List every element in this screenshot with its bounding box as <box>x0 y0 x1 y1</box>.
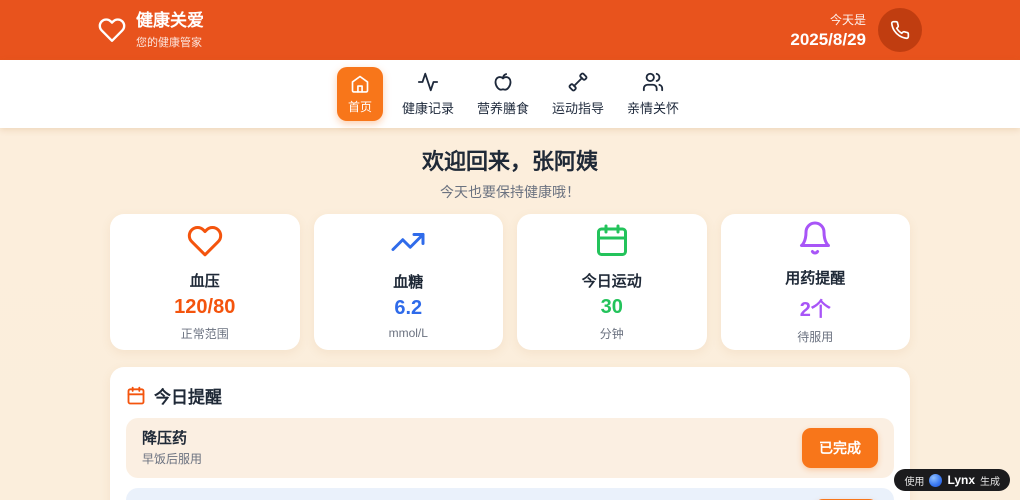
calendar-icon <box>594 223 630 259</box>
watermark-prefix: 使用 <box>904 476 925 488</box>
reminder-row: 降压药 早饭后服用 已完成 <box>126 418 894 478</box>
today-reminders-card: 今日提醒 降压药 早饭后服用 已完成 <box>110 367 910 500</box>
apple-icon <box>492 71 514 93</box>
reminder-status-button[interactable]: 已完成 <box>802 428 878 468</box>
home-icon <box>350 74 370 94</box>
stat-card-blood-pressure: 血压 120/80 正常范围 <box>110 214 300 350</box>
bell-icon <box>797 220 833 256</box>
reminder-row <box>126 488 894 500</box>
stat-value: 2个 <box>799 298 831 321</box>
stat-card-medication-reminder: 用药提醒 2个 待服用 <box>720 214 910 350</box>
nav-item-exercise[interactable]: 运动指导 <box>548 65 608 123</box>
nav-item-label: 首页 <box>347 99 372 114</box>
date-label: 今天是 <box>829 12 866 27</box>
reminders-header: 今日提醒 <box>126 383 894 408</box>
stat-value: 6.2 <box>394 297 423 319</box>
stat-note: 分钟 <box>599 326 624 341</box>
lynx-logo-icon <box>929 473 943 487</box>
stat-label: 血糖 <box>393 274 424 291</box>
app-header: 健康关爱 您的健康管家 今天是 2025/8/29 <box>0 0 1020 60</box>
lynx-watermark-badge[interactable]: 使用 Lynx 生成 <box>894 469 1010 491</box>
watermark-suffix: 生成 <box>980 476 1000 488</box>
reminder-time: 早饭后服用 <box>142 452 203 466</box>
stat-note: mmol/L <box>388 326 428 340</box>
stat-value: 120/80 <box>174 295 236 318</box>
heart-icon <box>187 223 223 259</box>
stat-note: 正常范围 <box>180 326 229 341</box>
stat-label: 血压 <box>189 272 220 290</box>
nav-item-home[interactable]: 首页 <box>336 67 383 121</box>
stat-note: 待服用 <box>797 329 834 344</box>
stat-value: 30 <box>600 295 623 318</box>
users-icon <box>642 71 664 93</box>
stat-card-blood-sugar: 血糖 6.2 mmol/L <box>313 214 503 350</box>
dumbbell-icon <box>567 71 589 93</box>
nav-item-label: 运动指导 <box>552 101 605 116</box>
activity-icon <box>417 71 439 93</box>
nav-item-label: 健康记录 <box>401 101 454 116</box>
watermark-brand: Lynx <box>947 473 975 487</box>
welcome-section: 欢迎回来，张阿姨 今天也要保持健康哦！ <box>110 148 910 202</box>
stats-grid: 血压 120/80 正常范围 血糖 6.2 mmol/L 今日运动 30 分钟 … <box>110 214 910 350</box>
app-brand: 健康关爱 您的健康管家 <box>98 11 204 50</box>
trending-up-icon <box>390 224 426 260</box>
reminder-name: 降压药 <box>142 430 188 447</box>
nav-item-health-records[interactable]: 健康记录 <box>398 65 458 123</box>
calendar-icon <box>126 386 146 406</box>
nav-item-nutrition[interactable]: 营养膳食 <box>473 65 533 123</box>
welcome-title: 欢迎回来，张阿姨 <box>421 149 598 174</box>
phone-call-button[interactable] <box>878 8 922 52</box>
phone-icon <box>890 20 910 40</box>
date-display: 今天是 2025/8/29 <box>790 11 866 50</box>
nav-item-family-care[interactable]: 亲情关怀 <box>623 65 683 123</box>
app-title: 健康关爱 <box>136 10 204 30</box>
welcome-subtitle: 今天也要保持健康哦！ <box>440 184 580 200</box>
nav-item-label: 亲情关怀 <box>627 101 680 116</box>
stat-label: 用药提醒 <box>785 269 846 287</box>
stat-card-exercise-today: 今日运动 30 分钟 <box>517 214 707 350</box>
heart-icon <box>98 16 126 44</box>
reminders-title: 今日提醒 <box>154 388 222 407</box>
nav-item-label: 营养膳食 <box>476 101 529 116</box>
stat-label: 今日运动 <box>581 272 642 290</box>
date-value: 2025/8/29 <box>790 29 866 49</box>
app-subtitle: 您的健康管家 <box>136 36 202 49</box>
main-nav: 首页 健康记录 营养膳食 运动指导 亲情关怀 <box>0 60 1020 128</box>
